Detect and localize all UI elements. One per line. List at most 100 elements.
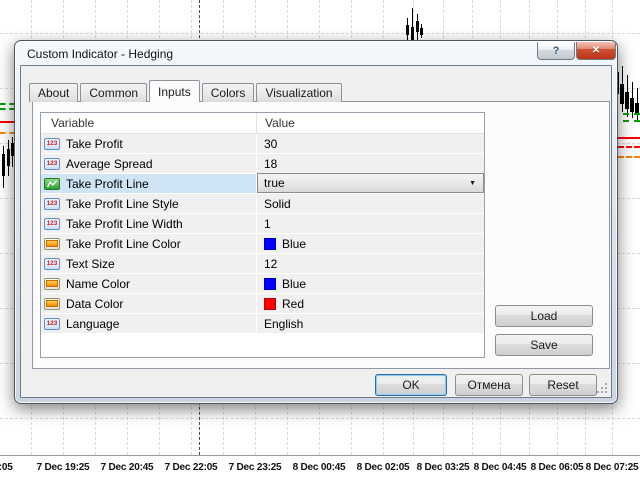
column-header-value: Value — [265, 116, 295, 130]
custom-indicator-dialog: Custom Indicator - Hedging ? ✕ About Comm… — [14, 40, 618, 404]
table-row-average-spread[interactable]: 123 Average Spread 18 — [41, 154, 484, 174]
level-line — [0, 108, 15, 110]
grid-hline — [0, 33, 640, 34]
title-bar[interactable]: Custom Indicator - Hedging — [17, 43, 615, 65]
numeric-type-icon: 123 — [44, 317, 60, 330]
candle-body — [7, 149, 10, 166]
value-dropdown[interactable]: true ▼ — [257, 173, 484, 193]
value-cell[interactable]: 1 — [257, 214, 484, 233]
time-axis-label: 8 Dec 03:25 — [416, 462, 470, 473]
value-cell[interactable]: Blue — [257, 234, 484, 253]
level-line — [0, 103, 15, 105]
value-cell[interactable]: English — [257, 314, 484, 333]
table-row-text-size[interactable]: 123 Text Size 12 — [41, 254, 484, 274]
save-button[interactable]: Save — [495, 334, 593, 356]
variable-cell: 123 Average Spread — [41, 154, 257, 173]
candle-body — [420, 28, 423, 35]
variable-name: Take Profit — [66, 136, 123, 151]
candle-body — [620, 84, 624, 104]
time-axis-label: 7 Dec 20:45 — [100, 462, 154, 473]
inputs-table: Variable Value 123 Take Profit 30 123 Averag… — [40, 112, 485, 358]
time-axis-label: 7 Dec 23:25 — [228, 462, 282, 473]
dropdown-value: true — [264, 176, 285, 190]
candle-body — [630, 98, 634, 112]
inputs-tab-page: Variable Value 123 Take Profit 30 123 Averag… — [32, 101, 610, 369]
variable-cell: Take Profit Line Color — [41, 234, 257, 253]
tab-colors[interactable]: Colors — [201, 83, 255, 102]
close-button[interactable]: ✕ — [576, 42, 616, 60]
value-text: English — [264, 316, 304, 331]
help-icon: ? — [552, 44, 560, 57]
time-axis-label: 8 Dec 07:25 — [585, 462, 639, 473]
variable-cell: Name Color — [41, 274, 257, 293]
value-cell[interactable]: 18 — [257, 154, 484, 173]
time-axis-label: 8:05 — [0, 462, 13, 473]
table-row-data-color[interactable]: Data Color Red — [41, 294, 484, 314]
numeric-type-icon: 123 — [44, 217, 60, 230]
resize-grip-icon[interactable] — [605, 391, 607, 393]
tab-visualization[interactable]: Visualization — [256, 83, 342, 102]
table-row-take-profit-line-width[interactable]: 123 Take Profit Line Width 1 — [41, 214, 484, 234]
numeric-type-icon: 123 — [44, 257, 60, 270]
variable-name: Data Color — [66, 296, 124, 311]
time-axis-label: 8 Dec 06:05 — [530, 462, 584, 473]
table-row-language[interactable]: 123 Language English — [41, 314, 484, 334]
chevron-down-icon: ▼ — [469, 179, 476, 187]
help-button[interactable]: ? — [537, 42, 575, 60]
variable-cell: Take Profit Line — [41, 174, 257, 193]
value-text: 30 — [264, 136, 278, 151]
variable-name: Take Profit Line Style — [66, 196, 179, 211]
color-type-icon — [44, 297, 60, 310]
numeric-type-icon: 123 — [44, 137, 60, 150]
candle-body — [625, 92, 629, 109]
color-swatch — [264, 237, 276, 250]
mt-chart-window: 8:05 7 Dec 19:25 7 Dec 20:45 7 Dec 22:05 7 D… — [0, 0, 640, 480]
table-row-take-profit[interactable]: 123 Take Profit 30 — [41, 134, 484, 154]
value-text: Solid — [264, 196, 291, 211]
column-header-variable: Variable — [41, 113, 257, 133]
table-rows: 123 Take Profit 30 123 Average Spread 18 Take … — [41, 134, 484, 334]
color-type-icon — [44, 237, 60, 250]
value-cell[interactable]: 30 — [257, 134, 484, 153]
dialog-title: Custom Indicator - Hedging — [27, 47, 174, 61]
value-text: Red — [282, 296, 305, 311]
table-header: Variable Value — [41, 113, 484, 134]
table-row-take-profit-line[interactable]: Take Profit Line true ▼ — [41, 173, 484, 194]
load-button[interactable]: Load — [495, 305, 593, 327]
time-axis-label: 8 Dec 04:45 — [473, 462, 527, 473]
variable-name: Take Profit Line — [66, 176, 149, 191]
value-cell[interactable]: 12 — [257, 254, 484, 273]
tab-inputs[interactable]: Inputs — [149, 80, 200, 102]
tab-about[interactable]: About — [29, 83, 79, 102]
time-axis-label: 8 Dec 00:45 — [292, 462, 346, 473]
value-cell[interactable]: Red — [257, 294, 484, 313]
value-cell[interactable]: true ▼ — [257, 173, 484, 193]
variable-cell: 123 Take Profit Line Style — [41, 194, 257, 213]
table-row-take-profit-line-color[interactable]: Take Profit Line Color Blue — [41, 234, 484, 254]
variable-name: Text Size — [66, 256, 115, 271]
value-text: 18 — [264, 156, 278, 171]
variable-name: Average Spread — [66, 156, 153, 171]
color-type-icon — [44, 277, 60, 290]
ok-button[interactable]: OK — [375, 374, 447, 396]
cancel-button[interactable]: Отмена — [455, 374, 523, 396]
reset-button[interactable]: Reset — [529, 374, 597, 396]
value-cell[interactable]: Solid — [257, 194, 484, 213]
time-axis: 8:05 7 Dec 19:25 7 Dec 20:45 7 Dec 22:05 7 D… — [0, 456, 640, 480]
variable-cell: 123 Text Size — [41, 254, 257, 273]
variable-name: Language — [66, 316, 120, 331]
color-swatch — [264, 277, 276, 290]
table-row-name-color[interactable]: Name Color Blue — [41, 274, 484, 294]
table-row-take-profit-line-style[interactable]: 123 Take Profit Line Style Solid — [41, 194, 484, 214]
variable-cell: 123 Take Profit Line Width — [41, 214, 257, 233]
variable-cell: 123 Take Profit — [41, 134, 257, 153]
candle-body — [2, 154, 5, 176]
color-swatch — [264, 297, 276, 310]
value-cell[interactable]: Blue — [257, 274, 484, 293]
time-axis-label: 7 Dec 19:25 — [36, 462, 90, 473]
variable-name: Take Profit Line Color — [66, 236, 181, 251]
numeric-type-icon: 123 — [44, 197, 60, 210]
variable-cell: 123 Language — [41, 314, 257, 333]
close-icon: ✕ — [591, 45, 601, 56]
tab-common[interactable]: Common — [80, 83, 148, 102]
